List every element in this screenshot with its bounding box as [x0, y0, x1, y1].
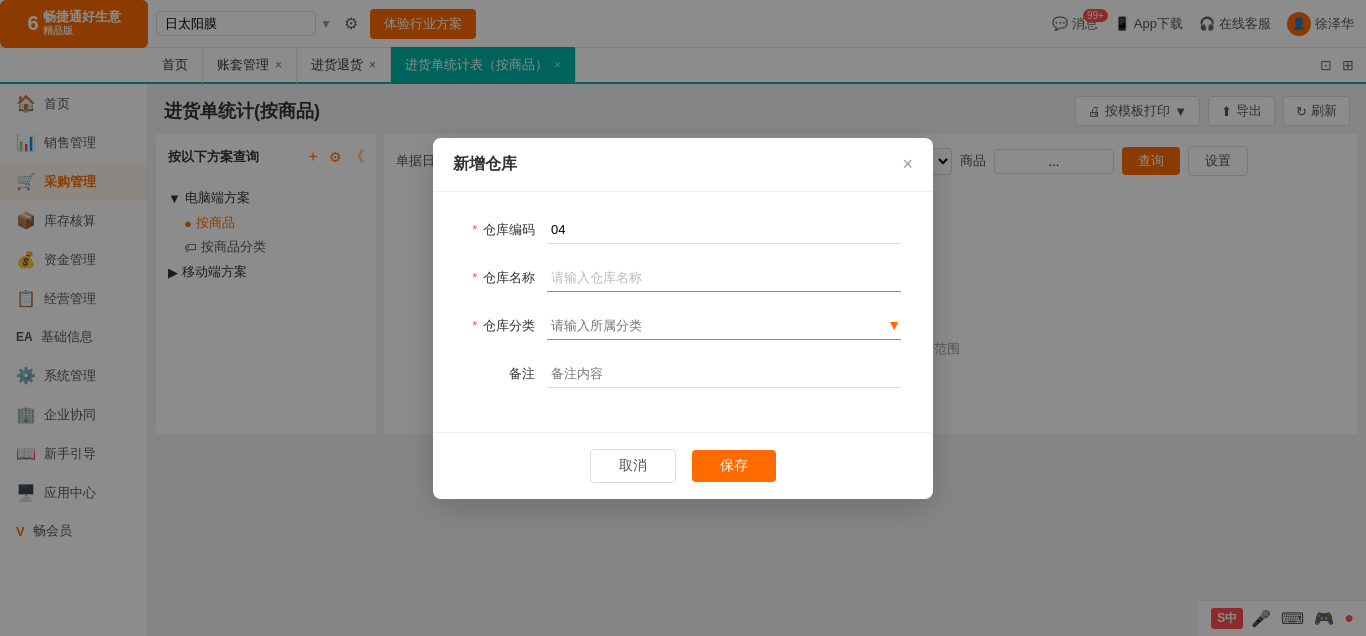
- note-label: 备注: [465, 365, 535, 383]
- name-label: * 仓库名称: [465, 269, 535, 287]
- modal-close-button[interactable]: ×: [902, 154, 913, 175]
- category-dropdown-icon[interactable]: ▼: [887, 317, 901, 333]
- category-label: * 仓库分类: [465, 317, 535, 335]
- cancel-button[interactable]: 取消: [590, 449, 676, 483]
- modal-footer: 取消 保存: [433, 432, 933, 499]
- modal-overlay: 新增仓库 × * 仓库编码 * 仓库名称 * 仓库分: [0, 0, 1366, 636]
- form-row-name: * 仓库名称: [465, 264, 901, 292]
- save-button[interactable]: 保存: [692, 450, 776, 482]
- modal-body: * 仓库编码 * 仓库名称 * 仓库分类 ▼: [433, 192, 933, 432]
- code-required-star: *: [472, 222, 477, 237]
- modal-header: 新增仓库 ×: [433, 138, 933, 192]
- modal-new-warehouse: 新增仓库 × * 仓库编码 * 仓库名称 * 仓库分: [433, 138, 933, 499]
- code-label: * 仓库编码: [465, 221, 535, 239]
- name-input[interactable]: [547, 264, 901, 292]
- note-input[interactable]: [547, 360, 901, 388]
- form-row-code: * 仓库编码: [465, 216, 901, 244]
- category-select-input[interactable]: [547, 312, 887, 339]
- code-input[interactable]: [547, 216, 901, 244]
- category-select-wrap: ▼: [547, 312, 901, 340]
- form-row-note: 备注: [465, 360, 901, 388]
- form-row-category: * 仓库分类 ▼: [465, 312, 901, 340]
- name-required-star: *: [472, 270, 477, 285]
- category-required-star: *: [472, 318, 477, 333]
- modal-title: 新增仓库: [453, 154, 517, 175]
